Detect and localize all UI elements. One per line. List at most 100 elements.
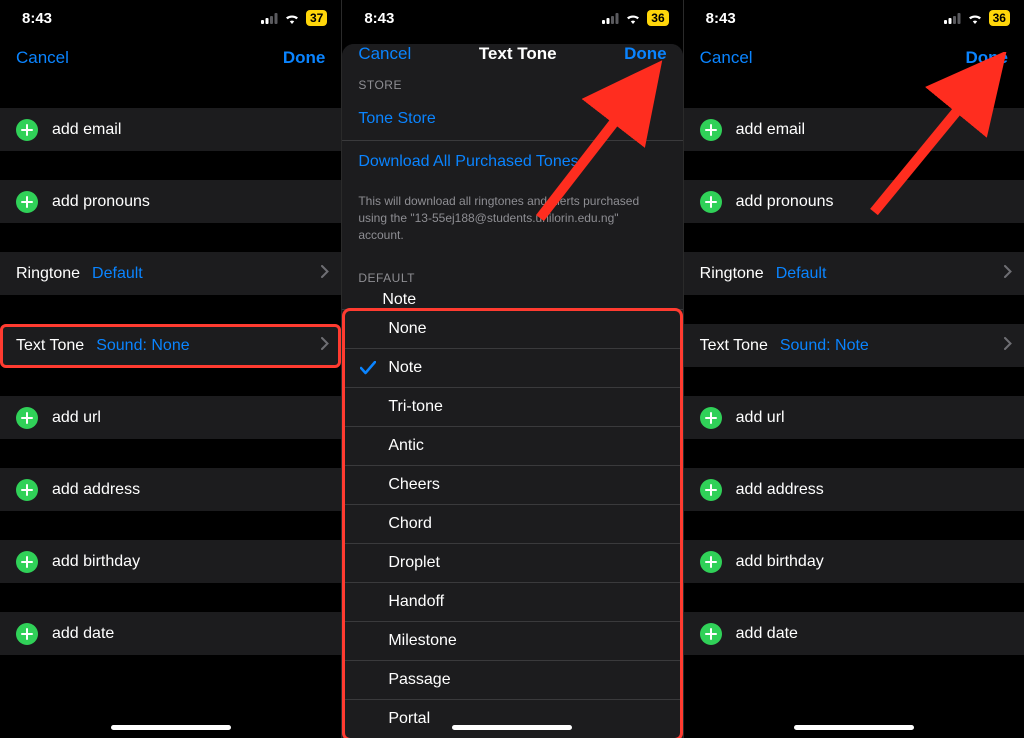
- battery-indicator: 37: [306, 10, 327, 26]
- add-birthday-row[interactable]: add birthday: [0, 540, 341, 584]
- tone-item[interactable]: None: [344, 310, 680, 349]
- row-value: Sound: Note: [780, 337, 869, 355]
- battery-indicator: 36: [989, 10, 1010, 26]
- battery-indicator: 36: [647, 10, 668, 26]
- tone-name: Tri-tone: [388, 398, 443, 416]
- chevron-right-icon: [321, 337, 329, 355]
- sheet-nav-bar: Cancel Text Tone Done: [342, 44, 682, 64]
- screenshot-center: 8:43 36 Cancel Text Tone Done STORE Tone…: [341, 0, 682, 738]
- row-label: add pronouns: [52, 193, 150, 211]
- row-value: Default: [92, 265, 143, 283]
- status-bar: 8:43 37: [0, 0, 341, 36]
- home-indicator[interactable]: [794, 725, 914, 730]
- cellular-icon: [261, 13, 278, 24]
- tone-item[interactable]: Handoff: [344, 583, 680, 622]
- ringtone-row[interactable]: Ringtone Default: [684, 252, 1024, 296]
- done-button[interactable]: Done: [965, 48, 1008, 68]
- add-address-row[interactable]: add address: [684, 468, 1024, 512]
- plus-icon: [16, 119, 38, 141]
- plus-icon: [16, 479, 38, 501]
- screenshot-right: 8:43 36 Cancel Done add email add pronou…: [683, 0, 1024, 738]
- tone-name: Milestone: [388, 632, 456, 650]
- add-pronouns-row[interactable]: add pronouns: [0, 180, 341, 224]
- nav-bar: Cancel Done: [684, 36, 1024, 80]
- chevron-right-icon: [1004, 265, 1012, 283]
- row-label: add url: [736, 409, 785, 427]
- sheet-title: Text Tone: [479, 44, 557, 64]
- add-address-row[interactable]: add address: [0, 468, 341, 512]
- tone-item-default[interactable]: Note: [342, 291, 682, 310]
- done-button[interactable]: Done: [283, 48, 326, 68]
- plus-icon: [700, 623, 722, 645]
- cellular-icon: [602, 13, 619, 24]
- home-indicator[interactable]: [452, 725, 572, 730]
- home-indicator[interactable]: [111, 725, 231, 730]
- tone-item[interactable]: Passage: [344, 661, 680, 700]
- chevron-right-icon: [1004, 337, 1012, 355]
- status-time: 8:43: [22, 10, 52, 27]
- wifi-icon: [967, 13, 983, 24]
- ringtone-row[interactable]: Ringtone Default: [0, 252, 341, 296]
- store-section-header: STORE: [342, 64, 682, 98]
- add-url-row[interactable]: add url: [684, 396, 1024, 440]
- tone-item[interactable]: Tri-tone: [344, 388, 680, 427]
- add-pronouns-row[interactable]: add pronouns: [684, 180, 1024, 224]
- add-email-row[interactable]: add email: [0, 108, 341, 152]
- cellular-icon: [944, 13, 961, 24]
- row-label: add url: [52, 409, 101, 427]
- tone-name: Note: [382, 291, 416, 309]
- screenshot-left: 8:43 37 Cancel Done add email add pronou…: [0, 0, 341, 738]
- done-button[interactable]: Done: [624, 44, 667, 64]
- download-hint: This will download all ringtones and ale…: [342, 183, 682, 257]
- nav-bar: Cancel Done: [0, 36, 341, 80]
- tone-store-link[interactable]: Tone Store: [342, 98, 682, 141]
- cancel-button[interactable]: Cancel: [16, 48, 69, 68]
- tone-item[interactable]: Note: [344, 349, 680, 388]
- plus-icon: [700, 407, 722, 429]
- row-label: Ringtone: [700, 265, 764, 283]
- tone-item[interactable]: Droplet: [344, 544, 680, 583]
- row-label: Ringtone: [16, 265, 80, 283]
- tone-name: Handoff: [388, 593, 444, 611]
- add-birthday-row[interactable]: add birthday: [684, 540, 1024, 584]
- plus-icon: [700, 191, 722, 213]
- wifi-icon: [284, 13, 300, 24]
- row-label: add address: [52, 481, 140, 499]
- tone-item[interactable]: Portal: [344, 700, 680, 738]
- row-label: add email: [736, 121, 805, 139]
- row-label: add birthday: [52, 553, 140, 571]
- row-label: add pronouns: [736, 193, 834, 211]
- plus-icon: [16, 551, 38, 573]
- add-email-row[interactable]: add email: [684, 108, 1024, 152]
- row-label: Text Tone: [700, 337, 768, 355]
- text-tone-sheet: Cancel Text Tone Done STORE Tone Store D…: [342, 44, 682, 738]
- status-bar: 8:43 36: [684, 0, 1024, 36]
- plus-icon: [16, 191, 38, 213]
- tone-item[interactable]: Antic: [344, 427, 680, 466]
- tone-name: None: [388, 320, 426, 338]
- wifi-icon: [625, 13, 641, 24]
- add-date-row[interactable]: add date: [684, 612, 1024, 656]
- tone-item[interactable]: Cheers: [344, 466, 680, 505]
- add-date-row[interactable]: add date: [0, 612, 341, 656]
- download-all-tones-link[interactable]: Download All Purchased Tones: [342, 141, 682, 183]
- add-url-row[interactable]: add url: [0, 396, 341, 440]
- tone-item[interactable]: Milestone: [344, 622, 680, 661]
- row-label: add date: [52, 625, 114, 643]
- tone-name: Chord: [388, 515, 432, 533]
- tone-name: Cheers: [388, 476, 440, 494]
- cancel-button[interactable]: Cancel: [358, 44, 411, 64]
- tone-name: Antic: [388, 437, 424, 455]
- chevron-right-icon: [321, 265, 329, 283]
- row-label: add birthday: [736, 553, 824, 571]
- cancel-button[interactable]: Cancel: [700, 48, 753, 68]
- status-time: 8:43: [364, 10, 394, 27]
- status-time: 8:43: [706, 10, 736, 27]
- text-tone-row[interactable]: Text Tone Sound: None: [0, 324, 341, 368]
- tone-item[interactable]: Chord: [344, 505, 680, 544]
- row-value: Default: [776, 265, 827, 283]
- checkmark-icon: [360, 361, 388, 375]
- row-value: Sound: None: [96, 337, 189, 355]
- plus-icon: [700, 551, 722, 573]
- text-tone-row[interactable]: Text Tone Sound: Note: [684, 324, 1024, 368]
